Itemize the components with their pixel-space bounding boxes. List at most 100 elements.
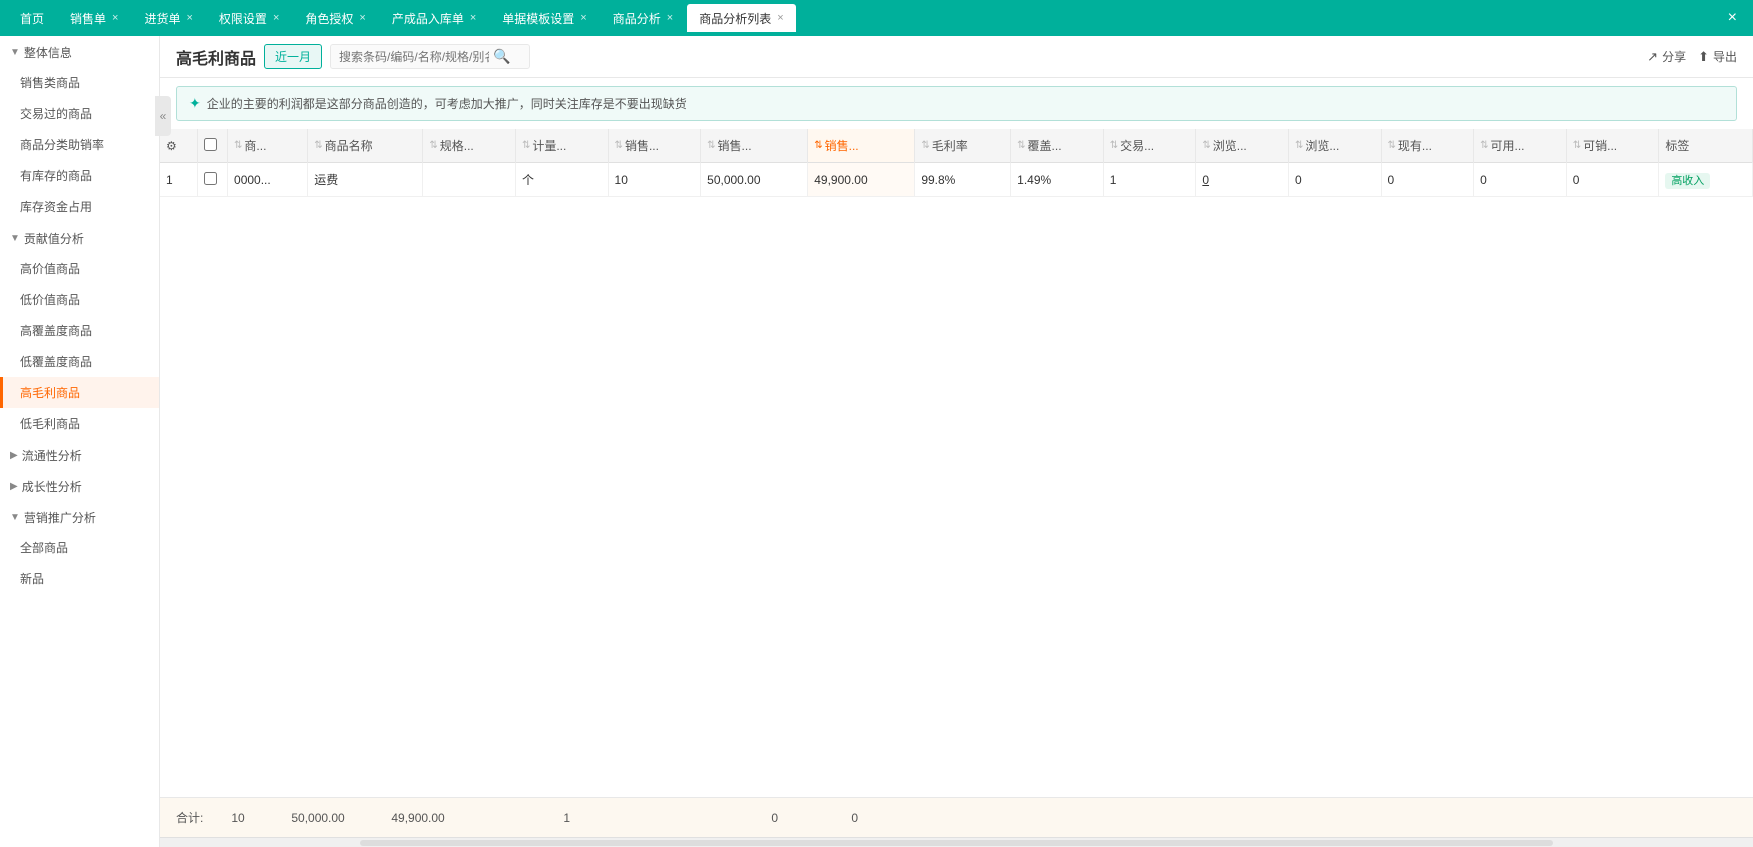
view1-link[interactable]: 0	[1202, 173, 1209, 187]
content-area: 高毛利商品 近一月 🔍 ↗ 分享 ⬆ 导出 ✦ 企业的主要的利润都是这部分商品创…	[160, 36, 1753, 847]
sidebar: ▼ 整体信息 销售类商品 交易过的商品 商品分类助销率 有库存的商品 库存资金占…	[0, 36, 160, 847]
collapse-arrow-right-icon: ▶	[10, 481, 18, 492]
bottom-scrollbar[interactable]	[160, 837, 1753, 847]
nav-close-icon[interactable]: ×	[667, 12, 673, 24]
nav-close-icon[interactable]: ×	[777, 12, 783, 24]
cell-view2: 0	[1288, 163, 1381, 197]
share-button[interactable]: ↗ 分享	[1647, 48, 1686, 65]
header-actions: ↗ 分享 ⬆ 导出	[1647, 48, 1737, 65]
sort-icon: ⇅	[1110, 140, 1118, 151]
sort-icon: ⇅	[921, 140, 929, 151]
col-current-stock[interactable]: ⇅ 现有...	[1381, 129, 1474, 163]
sort-icon: ⇅	[615, 140, 623, 151]
total-available-stock: 0	[843, 811, 923, 825]
cell-name: 运费	[308, 163, 423, 197]
filter-recent-month-button[interactable]: 近一月	[264, 44, 322, 69]
col-code[interactable]: ⇅ 商...	[228, 129, 308, 163]
total-cells: 10 50,000.00 49,900.00 1 0 0	[223, 811, 923, 825]
sidebar-section-growth[interactable]: ▶ 成长性分析	[0, 470, 159, 501]
col-gross-margin[interactable]: ⇅ 毛利率	[915, 129, 1011, 163]
star-icon: ✦	[189, 95, 201, 112]
window-close-button[interactable]: ×	[1720, 9, 1745, 27]
sidebar-item-high-coverage[interactable]: 高覆盖度商品	[0, 315, 159, 346]
sort-icon: ⇅	[1017, 140, 1025, 151]
nav-template-settings[interactable]: 单据模板设置 ×	[490, 4, 598, 32]
total-label: 合计:	[176, 809, 203, 826]
export-button[interactable]: ⬆ 导出	[1698, 48, 1737, 65]
sidebar-item-high-value[interactable]: 高价值商品	[0, 253, 159, 284]
nav-close-icon[interactable]: ×	[273, 12, 279, 24]
search-input[interactable]	[339, 50, 489, 64]
sidebar-item-high-margin[interactable]: 高毛利商品	[0, 377, 159, 408]
nav-close-icon[interactable]: ×	[470, 12, 476, 24]
sidebar-section-marketing[interactable]: ▼ 营销推广分析	[0, 501, 159, 532]
col-sale-profit[interactable]: ⇅ 销售...	[808, 129, 915, 163]
nav-close-icon[interactable]: ×	[186, 12, 192, 24]
total-sale-qty: 10	[223, 811, 283, 825]
cell-spec	[423, 163, 516, 197]
sidebar-item-stocked-goods[interactable]: 有库存的商品	[0, 160, 159, 191]
select-all-checkbox[interactable]	[204, 138, 217, 151]
row-checkbox[interactable]	[204, 172, 217, 185]
col-view1[interactable]: ⇅ 浏览...	[1196, 129, 1289, 163]
page-title: 高毛利商品	[176, 45, 256, 69]
data-table: ⚙ ⇅ 商...	[160, 129, 1753, 197]
nav-permissions[interactable]: 权限设置 ×	[207, 4, 291, 32]
cell-available-stock: 0	[1474, 163, 1567, 197]
cell-tag: 高收入	[1659, 163, 1753, 197]
search-box: 🔍	[330, 44, 530, 69]
sidebar-item-category-rate[interactable]: 商品分类助销率	[0, 129, 159, 160]
sidebar-item-low-coverage[interactable]: 低覆盖度商品	[0, 346, 159, 377]
sidebar-item-new-goods[interactable]: 新品	[0, 563, 159, 594]
sidebar-collapse-button[interactable]: «	[155, 96, 171, 136]
collapse-arrow-right-icon: ▶	[10, 450, 18, 461]
nav-product-analysis-list[interactable]: 商品分析列表 ×	[687, 4, 795, 32]
col-sale-amount[interactable]: ⇅ 销售...	[701, 129, 808, 163]
sidebar-section-liquidity[interactable]: ▶ 流通性分析	[0, 439, 159, 470]
nav-product-inbound[interactable]: 产成品入库单 ×	[380, 4, 488, 32]
sidebar-item-all-goods[interactable]: 全部商品	[0, 532, 159, 563]
col-view2[interactable]: ⇅ 浏览...	[1288, 129, 1381, 163]
col-tag[interactable]: 标签	[1659, 129, 1753, 163]
sort-icon: ⇅	[814, 140, 822, 151]
col-spec[interactable]: ⇅ 规格...	[423, 129, 516, 163]
sidebar-item-stock-capital[interactable]: 库存资金占用	[0, 191, 159, 222]
sidebar-item-sales-goods[interactable]: 销售类商品	[0, 67, 159, 98]
cell-sale-qty: 10	[608, 163, 701, 197]
nav-sales-order[interactable]: 销售单 ×	[58, 4, 130, 32]
nav-roles[interactable]: 角色授权 ×	[293, 4, 377, 32]
share-icon: ↗	[1647, 49, 1658, 65]
sort-icon: ⇅	[234, 140, 242, 151]
total-sale-profit: 49,900.00	[383, 811, 483, 825]
col-name[interactable]: ⇅ 商品名称	[308, 129, 423, 163]
col-sale-qty[interactable]: ⇅ 销售...	[608, 129, 701, 163]
col-trade[interactable]: ⇅ 交易...	[1103, 129, 1196, 163]
sidebar-item-traded-goods[interactable]: 交易过的商品	[0, 98, 159, 129]
nav-close-icon[interactable]: ×	[112, 12, 118, 24]
sidebar-section-contribution[interactable]: ▼ 贡献值分析	[0, 222, 159, 253]
total-trade: 1	[483, 811, 763, 825]
col-coverage[interactable]: ⇅ 覆盖...	[1011, 129, 1104, 163]
sort-icon: ⇅	[522, 140, 530, 151]
col-saleable-stock[interactable]: ⇅ 可销...	[1566, 129, 1659, 163]
sidebar-item-low-margin[interactable]: 低毛利商品	[0, 408, 159, 439]
cell-index: 1	[160, 163, 198, 197]
search-icon[interactable]: 🔍	[493, 48, 510, 65]
info-banner: ✦ 企业的主要的利润都是这部分商品创造的，可考虑加大推广，同时关注库存是不要出现…	[176, 86, 1737, 121]
sidebar-item-low-value[interactable]: 低价值商品	[0, 284, 159, 315]
nav-purchase-order[interactable]: 进货单 ×	[132, 4, 204, 32]
col-unit[interactable]: ⇅ 计量...	[515, 129, 608, 163]
cell-sale-profit: 49,900.00	[808, 163, 915, 197]
top-nav: 首页 销售单 × 进货单 × 权限设置 × 角色授权 × 产成品入库单 × 单据…	[0, 0, 1753, 36]
tag-badge: 高收入	[1665, 173, 1710, 189]
export-icon: ⬆	[1698, 49, 1709, 65]
nav-close-icon[interactable]: ×	[580, 12, 586, 24]
nav-product-analysis[interactable]: 商品分析 ×	[601, 4, 685, 32]
sidebar-section-overall[interactable]: ▼ 整体信息	[0, 36, 159, 67]
cell-unit: 个	[515, 163, 608, 197]
col-available-stock[interactable]: ⇅ 可用...	[1474, 129, 1567, 163]
sort-icon: ⇅	[1573, 140, 1581, 151]
nav-close-icon[interactable]: ×	[359, 12, 365, 24]
nav-home[interactable]: 首页	[8, 4, 56, 32]
scrollbar-track	[360, 840, 1553, 846]
